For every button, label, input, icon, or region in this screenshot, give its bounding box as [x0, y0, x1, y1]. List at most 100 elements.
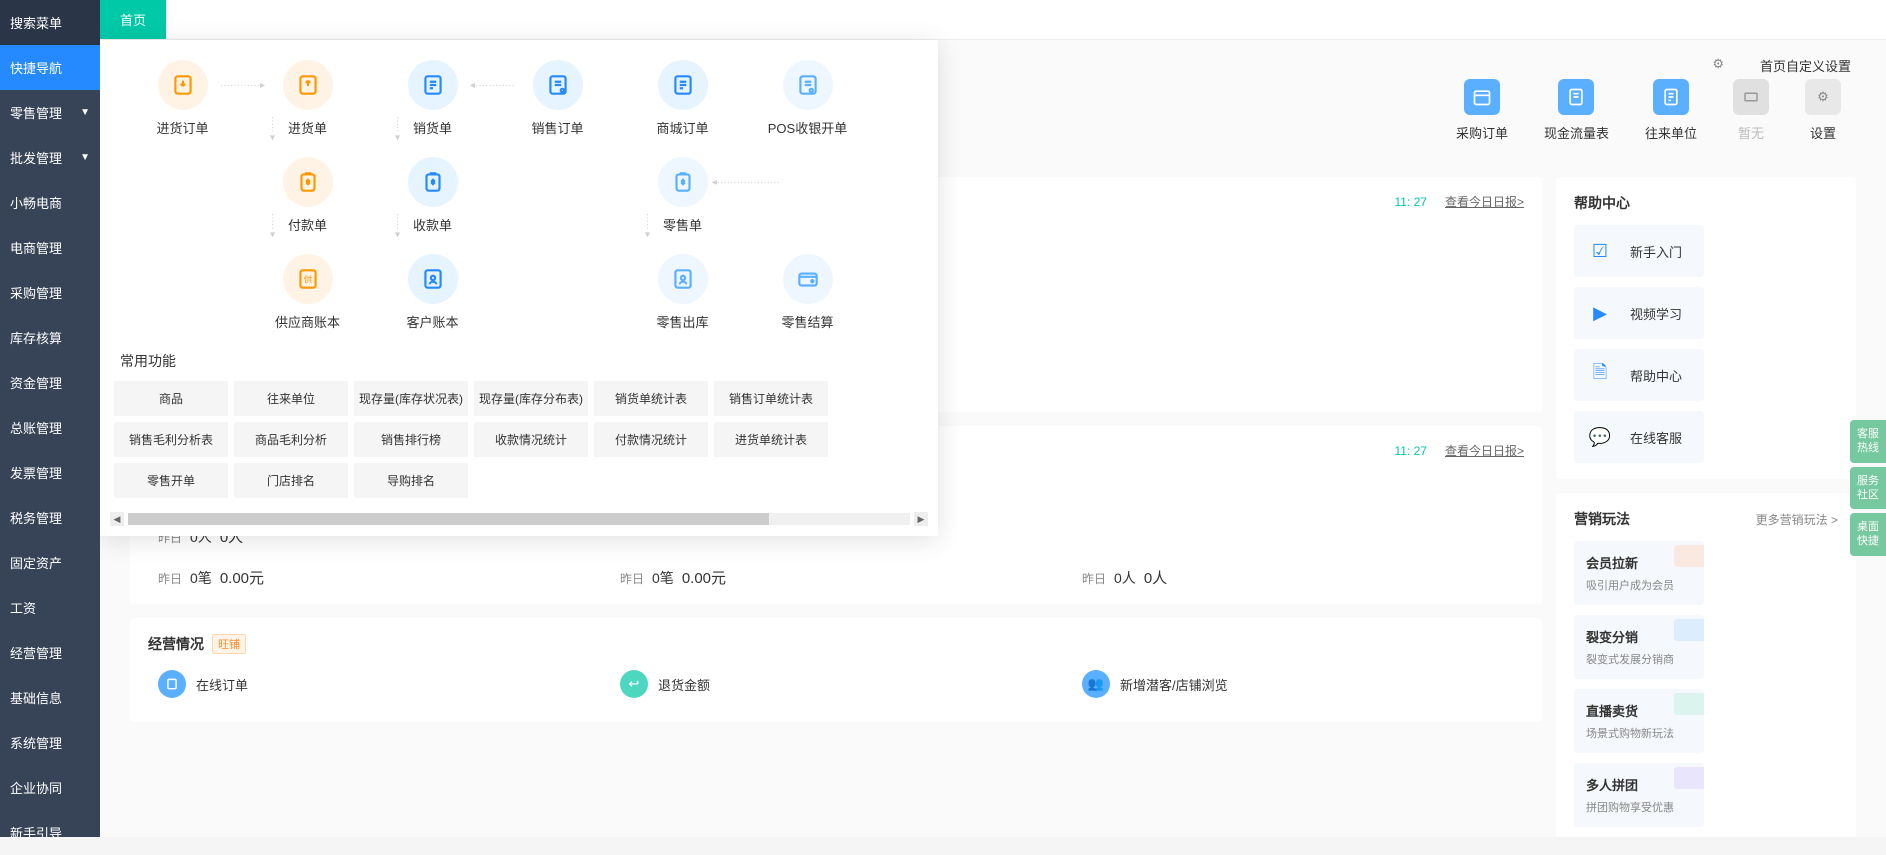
decor-icon — [1674, 693, 1704, 715]
sidebar-item[interactable]: 税务管理 — [0, 495, 100, 540]
marketing-more-link[interactable]: 更多营销玩法 > — [1756, 511, 1838, 528]
help-item-chat[interactable]: 💬 在线客服 — [1574, 411, 1704, 463]
float-btn-hotline[interactable]: 客服热线 — [1850, 420, 1886, 463]
sidebar-item[interactable]: 固定资产 — [0, 540, 100, 585]
help-item-newbie[interactable]: ☑ 新手入门 — [1574, 225, 1704, 277]
scroll-thumb[interactable] — [128, 513, 769, 525]
sidebar-item[interactable]: 基础信息 — [0, 675, 100, 720]
custom-settings-link[interactable]: 首页自定义设置 — [1760, 56, 1851, 75]
toolbar-partners[interactable]: 往来单位 — [1645, 79, 1697, 142]
toolbar-empty[interactable]: 暂无 — [1733, 79, 1769, 142]
flow-item-retail-order[interactable]: 零售单 ◂··················· ·····▾ — [620, 157, 745, 234]
decor-icon — [1674, 767, 1704, 789]
flow-item-sales[interactable]: 销货单 ◂············ ·····▾ — [370, 60, 495, 137]
sidebar-item-label: 基础信息 — [10, 688, 62, 707]
toolbar-purchase-order[interactable]: 采购订单 — [1456, 79, 1508, 142]
sidebar-item[interactable]: 工资 — [0, 585, 100, 630]
flow-item-retail-out[interactable]: 零售出库 — [620, 254, 745, 331]
biz-panel: 经营情况 旺铺 在线订单 — [130, 618, 1542, 722]
quick-nav-flyout: 进货订单 ············▸ 进货单 ·····▾ 销货单 ◂·····… — [100, 40, 938, 536]
sidebar-item-label: 零售管理 — [10, 103, 62, 122]
flow-item-customer-ledger[interactable]: 客户账本 — [370, 254, 495, 331]
common-btn[interactable]: 销售排行榜 — [354, 422, 468, 457]
sidebar-item-label: 税务管理 — [10, 508, 62, 527]
common-btn[interactable]: 商品 — [114, 381, 228, 416]
sidebar-item[interactable]: 资金管理 — [0, 360, 100, 405]
daily-report-link[interactable]: 查看今日日报> — [1445, 193, 1524, 210]
caret-down-icon: ▼ — [80, 107, 90, 118]
common-btn[interactable]: 往来单位 — [234, 381, 348, 416]
flow-item-supplier-ledger[interactable]: 供 供应商账本 — [245, 254, 370, 331]
sidebar-item-retail[interactable]: 零售管理 ▼ — [0, 90, 100, 135]
float-btn-community[interactable]: 服务社区 — [1850, 467, 1886, 510]
sidebar-item-quick-nav[interactable]: 快捷导航 — [0, 45, 100, 90]
flow-item-sales-order[interactable]: 销售订单 — [495, 60, 620, 137]
common-btn[interactable]: 收款情况统计 — [474, 422, 588, 457]
check-icon: ☑ — [1586, 237, 1614, 265]
toolbar-label: 采购订单 — [1456, 123, 1508, 142]
horizontal-scrollbar[interactable]: ◀ ▶ — [110, 512, 928, 526]
sidebar-item[interactable]: 发票管理 — [0, 450, 100, 495]
sidebar-item[interactable]: 总账管理 — [0, 405, 100, 450]
common-btn[interactable]: 商品毛利分析 — [234, 422, 348, 457]
scroll-track[interactable] — [128, 513, 910, 525]
common-btn[interactable]: 现存量(库存状况表) — [354, 381, 468, 416]
toolbar-label: 设置 — [1805, 123, 1841, 142]
tab-home[interactable]: 首页 — [100, 0, 166, 39]
sidebar-item[interactable]: 经营管理 — [0, 630, 100, 675]
inbox-icon — [158, 60, 208, 110]
common-btn[interactable]: 销售毛利分析表 — [114, 422, 228, 457]
marketing-item[interactable]: 会员拉新 吸引用户成为会员 — [1574, 541, 1704, 605]
toolbar-settings[interactable]: ⚙ 设置 — [1805, 79, 1841, 142]
common-btn[interactable]: 销货单统计表 — [594, 381, 708, 416]
help-item-video[interactable]: ▶ 视频学习 — [1574, 287, 1704, 339]
time-label: 11: 27 — [1395, 195, 1427, 209]
common-btn[interactable]: 门店排名 — [234, 463, 348, 498]
scroll-left-btn[interactable]: ◀ — [110, 512, 124, 526]
flow-label: 供应商账本 — [245, 312, 370, 331]
biz-card-title: 退货金额 — [658, 675, 710, 694]
flow-item-purchase-order[interactable]: 进货订单 ············▸ — [120, 60, 245, 137]
sidebar-item[interactable]: 新手引导 — [0, 810, 100, 855]
marketing-item[interactable]: 裂变分销 裂变式发展分销商 — [1574, 615, 1704, 679]
flow-label: 零售结算 — [745, 312, 870, 331]
main: 首页 ⚙ 首页自定义设置 采购订单 现金流量表 — [100, 0, 1886, 837]
time-label: 11: 27 — [1395, 444, 1427, 458]
flow-row-3: 供 供应商账本 客户账本 零售出库 零售结算 — [110, 254, 928, 331]
sidebar-search[interactable]: 搜索菜单 — [0, 0, 100, 45]
money-icon — [283, 157, 333, 207]
user-ledger-icon — [408, 254, 458, 304]
marketing-item[interactable]: 多人拼团 拼团购物享受优惠 — [1574, 763, 1704, 827]
sidebar-item[interactable]: 采购管理 — [0, 270, 100, 315]
common-btn[interactable]: 销售订单统计表 — [714, 381, 828, 416]
common-btn[interactable]: 进货单统计表 — [714, 422, 828, 457]
calendar-icon — [1464, 79, 1500, 115]
scroll-right-btn[interactable]: ▶ — [914, 512, 928, 526]
toolbar-label: 暂无 — [1733, 123, 1769, 142]
flow-item-pos[interactable]: POS收银开单 — [745, 60, 870, 137]
caret-down-icon: ▼ — [80, 152, 90, 163]
sidebar-item-wholesale[interactable]: 批发管理 ▼ — [0, 135, 100, 180]
common-btn[interactable]: 付款情况统计 — [594, 422, 708, 457]
sidebar-item[interactable]: 系统管理 — [0, 720, 100, 765]
sidebar-item-label: 批发管理 — [10, 148, 62, 167]
flow-item-purchase[interactable]: 进货单 ·····▾ — [245, 60, 370, 137]
flow-item-mall-order[interactable]: 商城订单 — [620, 60, 745, 137]
flow-item-retail-settle[interactable]: 零售结算 — [745, 254, 870, 331]
sidebar-item[interactable]: 电商管理 — [0, 225, 100, 270]
sidebar-item[interactable]: 库存核算 — [0, 315, 100, 360]
sidebar-item[interactable]: 企业协同 — [0, 765, 100, 810]
common-btn[interactable]: 现存量(库存分布表) — [474, 381, 588, 416]
common-btn[interactable]: 零售开单 — [114, 463, 228, 498]
flow-label: 客户账本 — [370, 312, 495, 331]
float-btn-desktop[interactable]: 桌面快捷 — [1850, 513, 1886, 556]
flow-item-receipt[interactable]: 收款单 ·····▾ — [370, 157, 495, 234]
help-title: 帮助中心 — [1574, 193, 1838, 213]
help-item-center[interactable]: 🗎 帮助中心 — [1574, 349, 1704, 401]
toolbar-cashflow[interactable]: 现金流量表 — [1544, 79, 1609, 142]
sidebar-item[interactable]: 小畅电商 — [0, 180, 100, 225]
daily-report-link[interactable]: 查看今日日报> — [1445, 442, 1524, 459]
flow-item-payment[interactable]: 付款单 ·····▾ — [245, 157, 370, 234]
marketing-item[interactable]: 直播卖货 场景式购物新玩法 — [1574, 689, 1704, 753]
common-btn[interactable]: 导购排名 — [354, 463, 468, 498]
